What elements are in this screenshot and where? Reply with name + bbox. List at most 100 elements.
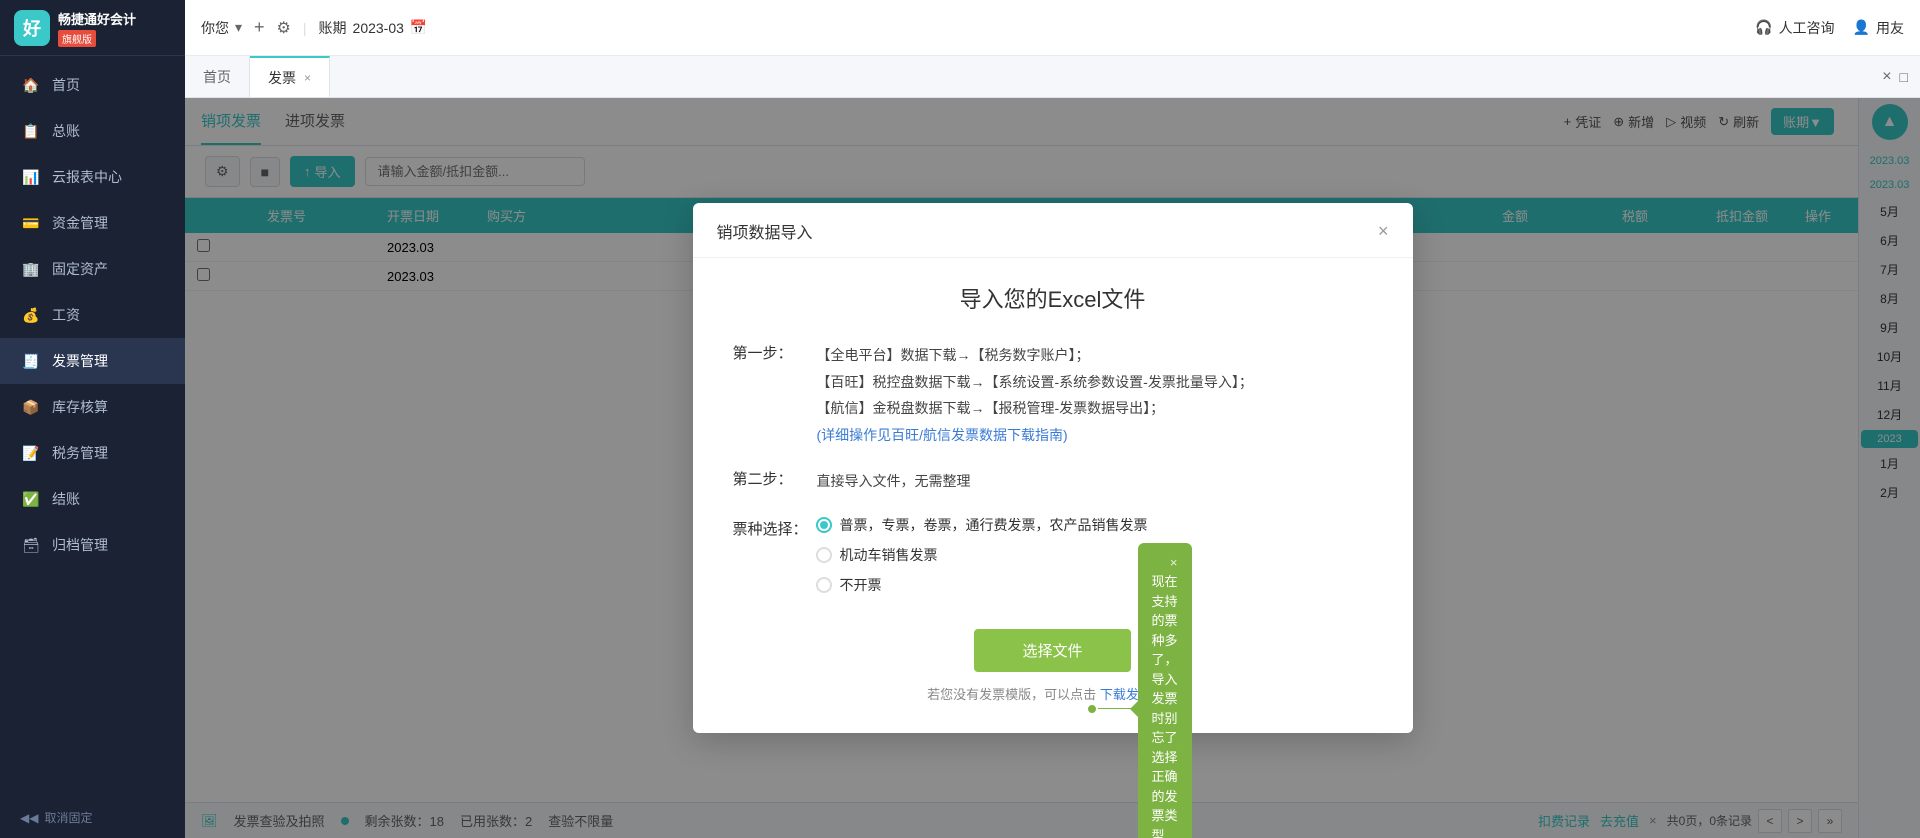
tooltip-bubble: × 现在支持的票种多了，导入发票时别忘了选择正确的发票类型呀! <box>1138 543 1192 838</box>
sidebar-item-label-report: 云报表中心 <box>52 167 122 187</box>
headset-icon: 🎧 <box>1755 19 1772 36</box>
period-value: 2023-03 <box>353 20 404 36</box>
sidebar-item-label-invoice: 发票管理 <box>52 351 108 371</box>
sidebar-item-label-asset: 固定资产 <box>52 259 108 279</box>
report-icon: 📊 <box>20 166 42 188</box>
sidebar-item-fund[interactable]: 💳 资金管理 <box>0 200 185 246</box>
sidebar-item-label-ledger: 总账 <box>52 121 80 141</box>
step1-line1: 【全电平台】数据下载→【税务数字账户】； <box>817 342 1253 369</box>
invoice-icon: 🧾 <box>20 350 42 372</box>
tab-invoice-close[interactable]: × <box>304 71 311 85</box>
sidebar-item-label-payroll: 工资 <box>52 305 80 325</box>
sidebar-item-payroll[interactable]: 💰 工资 <box>0 292 185 338</box>
topbar: 你您 ▾ + ⚙ | 账期 2023-03 📅 🎧 人工咨询 👤 用友 <box>185 0 1920 56</box>
step1-line3: 【航信】金税盘数据下载→【报税管理-发票数据导出】； <box>817 395 1253 422</box>
ledger-icon: 📋 <box>20 120 42 142</box>
main-area: 你您 ▾ + ⚙ | 账期 2023-03 📅 🎧 人工咨询 👤 用友 <box>185 0 1920 838</box>
step2: 第二步： 直接导入文件，无需整理 <box>733 468 1373 495</box>
sidebar-item-label-fund: 资金管理 <box>52 213 108 233</box>
modal-close-button[interactable]: × <box>1378 221 1389 242</box>
tooltip-close-btn[interactable]: × <box>1170 553 1178 573</box>
sidebar-logo: 好 畅捷通好会计 旗舰版 <box>0 0 185 56</box>
user-icon: 👤 <box>1853 19 1870 36</box>
sidebar-item-label-inventory: 库存核算 <box>52 397 108 417</box>
fund-icon: 💳 <box>20 212 42 234</box>
radio-2[interactable] <box>816 577 832 593</box>
import-modal: 销项数据导入 × 导入您的Excel文件 第一步： 【全电平台】数据下载→【税务… <box>693 203 1413 733</box>
archive-icon: 🗃 <box>20 534 42 556</box>
sidebar-item-report[interactable]: 📊 云报表中心 <box>0 154 185 200</box>
consult-label: 人工咨询 <box>1779 18 1835 38</box>
tab-invoice[interactable]: 发票 × <box>250 56 330 97</box>
step1-content: 【全电平台】数据下载→【税务数字账户】； 【百旺】税控盘数据下载→【系统设置-系… <box>817 342 1253 448</box>
sidebar-item-label-tax: 税务管理 <box>52 443 108 463</box>
tab-home[interactable]: 首页 <box>185 56 250 97</box>
step1-guide-link[interactable]: (详细操作见百旺/航信发票数据下载指南) <box>817 427 1068 443</box>
radio-0[interactable] <box>816 517 832 533</box>
sidebar-item-home[interactable]: 🏠 首页 <box>0 62 185 108</box>
sidebar-item-inventory[interactable]: 📦 库存核算 <box>0 384 185 430</box>
settings-icon[interactable]: ⚙ <box>277 18 291 38</box>
step1-label: 第一步： <box>733 342 805 448</box>
inventory-icon: 📦 <box>20 396 42 418</box>
sidebar-item-ledger[interactable]: 📋 总账 <box>0 108 185 154</box>
sidebar-item-label-archive: 归档管理 <box>52 535 108 555</box>
ticket-options: 普票，专票，卷票，通行费发票，农产品销售发票 机动车销售发票 不开票 <box>816 515 1148 605</box>
step2-label: 第二步： <box>733 468 805 495</box>
modal-body: 导入您的Excel文件 第一步： 【全电平台】数据下载→【税务数字账户】； 【百… <box>693 258 1413 733</box>
sidebar-item-settle[interactable]: ✅ 结账 <box>0 476 185 522</box>
tabbar: 首页 发票 × × □ <box>185 56 1920 98</box>
logo-text-block: 畅捷通好会计 旗舰版 <box>58 9 136 47</box>
tab-home-label: 首页 <box>203 67 231 87</box>
step1-line2: 【百旺】税控盘数据下载→【系统设置-系统参数设置-发票批量导入】； <box>817 369 1253 396</box>
step1-link-row: (详细操作见百旺/航信发票数据下载指南) <box>817 422 1253 449</box>
company-selector[interactable]: 你您 ▾ <box>201 18 242 38</box>
step2-row: 第二步： 直接导入文件，无需整理 <box>733 468 1373 495</box>
asset-icon: 🏢 <box>20 258 42 280</box>
user-label: 用友 <box>1876 18 1904 38</box>
tooltip-container: × 现在支持的票种多了，导入发票时别忘了选择正确的发票类型呀! <box>1086 543 1192 838</box>
home-icon: 🏠 <box>20 74 42 96</box>
step1-row: 第一步： 【全电平台】数据下载→【税务数字账户】； 【百旺】税控盘数据下载→【系… <box>733 342 1373 448</box>
period-display: 账期 2023-03 📅 <box>319 18 428 38</box>
unpin-icon: ◀◀ <box>20 811 38 825</box>
modal-main-title: 导入您的Excel文件 <box>733 282 1373 314</box>
step2-content: 直接导入文件，无需整理 <box>817 468 971 495</box>
sidebar-item-asset[interactable]: 🏢 固定资产 <box>0 246 185 292</box>
logo-badge: 旗舰版 <box>58 30 96 47</box>
sidebar: 好 畅捷通好会计 旗舰版 🏠 首页 📋 总账 📊 云报表中心 💳 资金管 <box>0 0 185 838</box>
sidebar-footer[interactable]: ◀◀ 取消固定 <box>0 797 185 838</box>
period-label: 账期 <box>319 18 347 38</box>
sidebar-item-archive[interactable]: 🗃 归档管理 <box>0 522 185 568</box>
ticket-option-label-0: 普票，专票，卷票，通行费发票，农产品销售发票 <box>840 515 1148 535</box>
tooltip-dot <box>1086 703 1098 715</box>
ticket-option-0[interactable]: 普票，专票，卷票，通行费发票，农产品销售发票 <box>816 515 1148 535</box>
window-maximize-icon[interactable]: □ <box>1900 69 1908 85</box>
separator: | <box>303 20 307 36</box>
company-name: 你您 <box>201 18 229 38</box>
ticket-label: 票种选择： <box>733 518 808 539</box>
radio-1[interactable] <box>816 547 832 563</box>
ticket-option-label-1: 机动车销售发票 <box>840 545 938 565</box>
add-button[interactable]: + <box>254 17 265 38</box>
modal-overlay: 销项数据导入 × 导入您的Excel文件 第一步： 【全电平台】数据下载→【税务… <box>185 98 1920 838</box>
user-menu[interactable]: 👤 用友 <box>1853 18 1904 38</box>
logo-title: 畅捷通好会计 <box>58 9 136 28</box>
tooltip-text: 现在支持的票种多了，导入发票时别忘了选择正确的发票类型呀! <box>1152 574 1178 838</box>
sidebar-nav: 🏠 首页 📋 总账 📊 云报表中心 💳 资金管理 🏢 固定资产 💰 工资 <box>0 56 185 797</box>
step1: 第一步： 【全电平台】数据下载→【税务数字账户】； 【百旺】税控盘数据下载→【系… <box>733 342 1373 448</box>
sidebar-item-tax[interactable]: 📝 税务管理 <box>0 430 185 476</box>
consult-button[interactable]: 🎧 人工咨询 <box>1755 18 1834 38</box>
window-close-icon[interactable]: × <box>1882 68 1891 86</box>
ticket-option-label-2: 不开票 <box>840 575 882 595</box>
modal-header: 销项数据导入 × <box>693 203 1413 258</box>
tax-icon: 📝 <box>20 442 42 464</box>
settle-icon: ✅ <box>20 488 42 510</box>
ticket-select: 票种选择： 普票，专票，卷票，通行费发票，农产品销售发票 机动车销售发票 <box>733 515 1373 605</box>
topbar-right: 🎧 人工咨询 👤 用友 <box>1755 18 1904 38</box>
sidebar-item-invoice[interactable]: 🧾 发票管理 <box>0 338 185 384</box>
calendar-icon[interactable]: 📅 <box>410 19 427 36</box>
logo-icon: 好 <box>14 10 50 46</box>
sidebar-item-label-settle: 结账 <box>52 489 80 509</box>
company-arrow-icon: ▾ <box>235 19 242 36</box>
